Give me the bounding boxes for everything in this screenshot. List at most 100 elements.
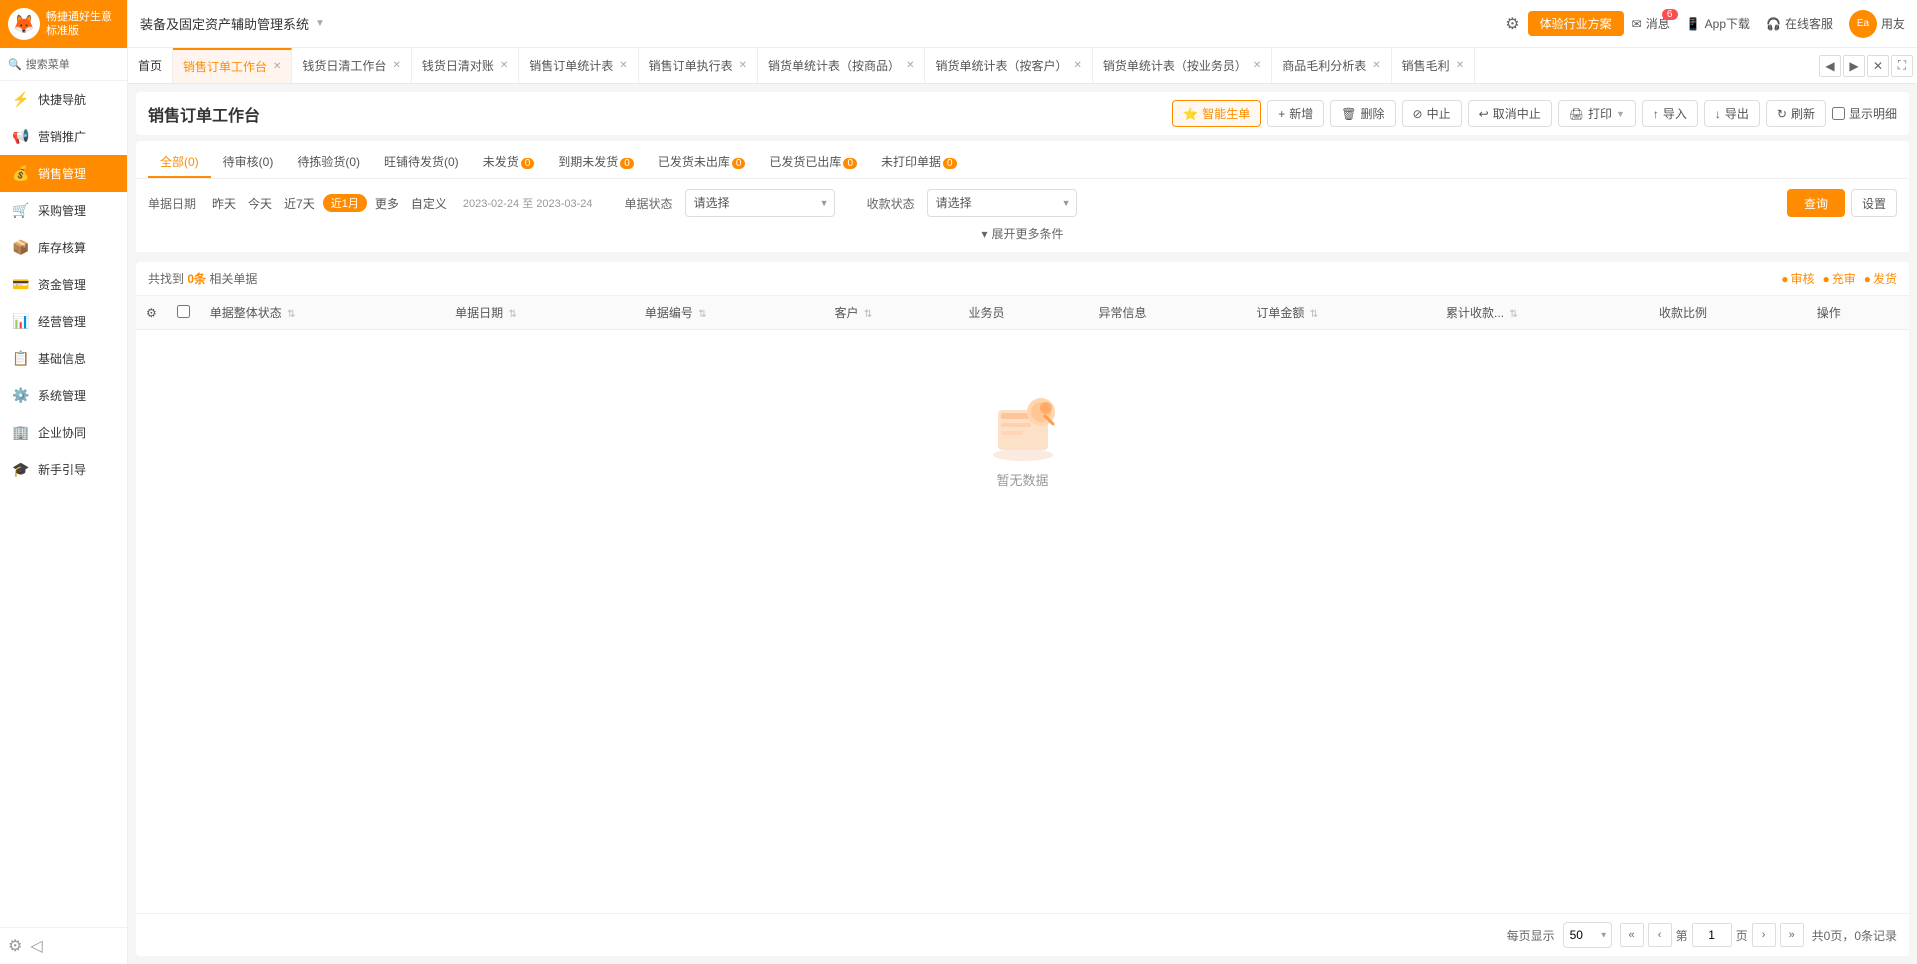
settings-filter-btn[interactable]: 设置 xyxy=(1851,189,1897,217)
add-btn[interactable]: + 新增 xyxy=(1267,100,1324,127)
sidebar-item-base-info[interactable]: 📋 基础信息 xyxy=(0,340,127,377)
select-all-checkbox[interactable] xyxy=(177,305,190,318)
page-size-select[interactable]: 10 20 50 100 xyxy=(1563,922,1612,948)
ship-btn[interactable]: ● 发货 xyxy=(1864,270,1897,287)
export-btn[interactable]: ↓ 导出 xyxy=(1704,100,1760,127)
sidebar-item-marketing[interactable]: 📢 营销推广 xyxy=(0,118,127,155)
header-settings-icon[interactable]: ⚙ xyxy=(1505,14,1519,34)
date-opt-7days[interactable]: 近7天 xyxy=(280,193,319,214)
refresh-btn[interactable]: ↻ 刷新 xyxy=(1766,100,1826,127)
message-btn[interactable]: ✉ 消息 6 xyxy=(1632,15,1670,32)
delete-btn[interactable]: 🗑 删除 xyxy=(1330,100,1395,127)
tab-close-sales-staff-stat[interactable]: ✕ xyxy=(1253,60,1261,71)
sidebar-item-system[interactable]: ⚙️ 系统管理 xyxy=(0,377,127,414)
tab-sales-stat[interactable]: 销售订单统计表 ✕ xyxy=(519,48,638,84)
page-number-input[interactable] xyxy=(1692,923,1732,947)
filter-tab-pending-verify[interactable]: 待拣验货(0) xyxy=(285,147,372,178)
filter-tab-not-printed[interactable]: 未打印单据0 xyxy=(869,147,969,178)
tab-sales-customer-stat[interactable]: 销货单统计表（按客户） ✕ xyxy=(925,48,1092,84)
filter-tab-wang-ship[interactable]: 旺铺待发货(0) xyxy=(372,147,471,178)
filter-tab-not-shipped[interactable]: 未发货0 xyxy=(471,147,547,178)
filter-tab-pending[interactable]: 待审核(0) xyxy=(211,147,286,178)
print-btn[interactable]: 🖨 打印 ▼ xyxy=(1558,100,1636,127)
query-btn[interactable]: 查询 xyxy=(1787,189,1845,217)
date-opt-today[interactable]: 今天 xyxy=(244,193,276,214)
tab-close-sales-more[interactable]: ✕ xyxy=(1456,60,1464,71)
tab-close-profit-analysis[interactable]: ✕ xyxy=(1372,60,1380,71)
date-opt-more[interactable]: 更多 xyxy=(371,193,403,214)
filter-tab-expired[interactable]: 到期未发货0 xyxy=(546,147,646,178)
table-scroll[interactable]: ⚙ 单据整体状态 ⇅ 单据日期 ⇅ 单据编号 ⇅ 客户 ⇅ 业务员 异常信息 订… xyxy=(136,296,1909,913)
cancel-stop-btn[interactable]: ↩ 取消中止 xyxy=(1468,100,1552,127)
tab-profit-analysis[interactable]: 商品毛利分析表 ✕ xyxy=(1272,48,1391,84)
filter-tab-shipped-not-out[interactable]: 已发货未出库0 xyxy=(646,147,758,178)
th-customer[interactable]: 客户 ⇅ xyxy=(825,296,959,330)
sidebar-item-purchase[interactable]: 🛒 采购管理 xyxy=(0,192,127,229)
tab-close-sales-order[interactable]: ✕ xyxy=(273,61,281,72)
audit-icon: ● xyxy=(1781,272,1788,286)
tab-close-all-btn[interactable]: ✕ xyxy=(1867,55,1889,77)
sidebar-item-inventory[interactable]: 📦 库存核算 xyxy=(0,229,127,266)
tab-cash-daily[interactable]: 钱货日清工作台 ✕ xyxy=(292,48,411,84)
date-options: 昨天 今天 近7天 近1月 更多 自定义 xyxy=(208,193,451,214)
industry-btn[interactable]: 体验行业方案 xyxy=(1528,11,1624,36)
sidebar-item-operations[interactable]: 📊 经营管理 xyxy=(0,303,127,340)
tab-next-btn[interactable]: ▶ xyxy=(1843,55,1865,77)
tab-close-sales-customer-stat[interactable]: ✕ xyxy=(1073,60,1081,71)
sidebar-item-sales[interactable]: 💰 销售管理 xyxy=(0,155,127,192)
tab-cash-reconcile[interactable]: 钱货日清对账 ✕ xyxy=(412,48,519,84)
expand-more-btn[interactable]: ▾ 展开更多条件 xyxy=(981,225,1063,242)
th-amount[interactable]: 订单金额 ⇅ xyxy=(1246,296,1436,330)
header-right: ✉ 消息 6 📱 App下载 🎧 在线客服 Ea 用友 xyxy=(1632,10,1905,38)
sidebar-item-quick-nav[interactable]: ⚡ 快捷导航 xyxy=(0,81,127,118)
app-download-btn[interactable]: 📱 App下载 xyxy=(1686,15,1750,32)
tab-sales-more[interactable]: 销售毛利 ✕ xyxy=(1392,48,1475,84)
th-settings[interactable]: ⚙ xyxy=(136,296,167,330)
settings-bottom-icon[interactable]: ⚙ xyxy=(8,936,22,956)
tab-close-sales-exec[interactable]: ✕ xyxy=(739,60,747,71)
date-opt-1month[interactable]: 近1月 xyxy=(323,194,367,212)
tab-sales-order[interactable]: 销售订单工作台 ✕ xyxy=(173,48,292,84)
tab-maximize-btn[interactable]: ⛶ xyxy=(1891,55,1913,77)
page-last-btn[interactable]: » xyxy=(1780,923,1804,947)
collapse-icon[interactable]: ◁ xyxy=(30,936,42,956)
tab-close-sales-product-stat[interactable]: ✕ xyxy=(906,60,914,71)
tab-home[interactable]: 首页 xyxy=(128,48,173,84)
collection-select[interactable]: 请选择 xyxy=(927,189,1077,217)
th-staff[interactable]: 业务员 xyxy=(959,296,1089,330)
th-collected[interactable]: 累计收款... ⇅ xyxy=(1436,296,1649,330)
th-number[interactable]: 单据编号 ⇅ xyxy=(635,296,825,330)
th-checkbox[interactable] xyxy=(167,296,200,330)
main-area: 装备及固定资产辅助管理系统 ▼ ⚙ 体验行业方案 ✉ 消息 6 📱 App下载 … xyxy=(128,0,1917,964)
audit-btn[interactable]: ● 审核 xyxy=(1781,270,1814,287)
filter-tab-shipped-out[interactable]: 已发货已出库0 xyxy=(757,147,869,178)
online-service-btn[interactable]: 🎧 在线客服 xyxy=(1766,15,1833,32)
revoke-btn[interactable]: ● 充审 xyxy=(1822,270,1855,287)
tab-close-sales-stat[interactable]: ✕ xyxy=(619,60,627,71)
sidebar-item-enterprise[interactable]: 🏢 企业协同 xyxy=(0,414,127,451)
sidebar-item-finance[interactable]: 💳 资金管理 xyxy=(0,266,127,303)
user-menu[interactable]: Ea 用友 xyxy=(1849,10,1905,38)
sidebar-item-guide[interactable]: 🎓 新手引导 xyxy=(0,451,127,488)
date-opt-custom[interactable]: 自定义 xyxy=(407,193,451,214)
tab-sales-product-stat[interactable]: 销货单统计表（按商品） ✕ xyxy=(758,48,925,84)
filter-row-1: 单据日期 昨天 今天 近7天 近1月 更多 自定义 2023-02-24 至 2… xyxy=(148,189,1897,217)
tab-close-cash-daily[interactable]: ✕ xyxy=(392,60,400,71)
th-date[interactable]: 单据日期 ⇅ xyxy=(445,296,635,330)
page-first-btn[interactable]: « xyxy=(1620,923,1644,947)
show-detail-input[interactable] xyxy=(1832,107,1845,120)
tab-sales-staff-stat[interactable]: 销货单统计表（按业务员） ✕ xyxy=(1093,48,1272,84)
search-menu[interactable]: 🔍 搜索菜单 xyxy=(0,48,127,81)
stop-btn[interactable]: ⊘ 中止 xyxy=(1402,100,1462,127)
show-detail-checkbox[interactable]: 显示明细 xyxy=(1832,105,1897,122)
tab-prev-btn[interactable]: ◀ xyxy=(1819,55,1841,77)
page-next-btn[interactable]: › xyxy=(1752,923,1776,947)
import-btn[interactable]: ↑ 导入 xyxy=(1642,100,1698,127)
status-select[interactable]: 请选择 xyxy=(685,189,835,217)
filter-tab-all[interactable]: 全部(0) xyxy=(148,147,211,178)
tab-close-cash-reconcile[interactable]: ✕ xyxy=(500,60,508,71)
date-opt-yesterday[interactable]: 昨天 xyxy=(208,193,240,214)
page-prev-btn[interactable]: ‹ xyxy=(1648,923,1672,947)
tab-sales-exec[interactable]: 销售订单执行表 ✕ xyxy=(639,48,758,84)
smart-create-btn[interactable]: ⭐ 智能生单 xyxy=(1172,100,1261,127)
